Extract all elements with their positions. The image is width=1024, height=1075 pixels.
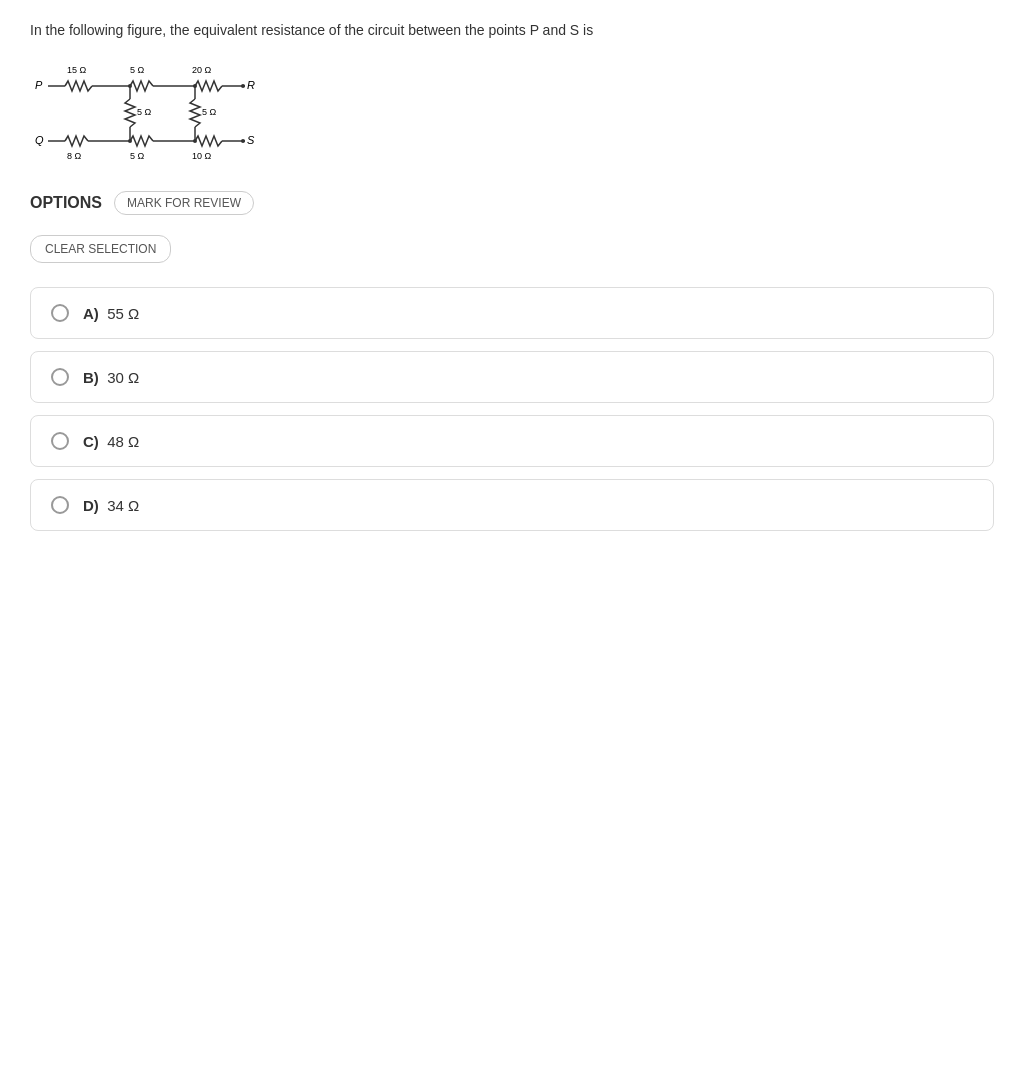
svg-text:8 Ω: 8 Ω — [67, 151, 82, 161]
svg-text:P: P — [35, 79, 43, 91]
option-d[interactable]: D) 34 Ω — [30, 479, 994, 531]
svg-text:5 Ω: 5 Ω — [202, 107, 217, 117]
option-b[interactable]: B) 30 Ω — [30, 351, 994, 403]
svg-text:S: S — [247, 134, 255, 146]
svg-text:15 Ω: 15 Ω — [67, 65, 87, 75]
svg-text:20 Ω: 20 Ω — [192, 65, 212, 75]
radio-a[interactable] — [51, 304, 69, 322]
svg-point-29 — [241, 139, 245, 143]
option-c[interactable]: C) 48 Ω — [30, 415, 994, 467]
question-text: In the following figure, the equivalent … — [30, 20, 994, 41]
clear-selection-button[interactable]: CLEAR SELECTION — [30, 235, 171, 263]
option-d-label: D) 34 Ω — [83, 497, 139, 514]
circuit-diagram: P 15 Ω 5 Ω 20 Ω R — [30, 51, 350, 171]
svg-text:5 Ω: 5 Ω — [130, 151, 145, 161]
svg-text:5 Ω: 5 Ω — [137, 107, 152, 117]
option-b-label: B) 30 Ω — [83, 369, 139, 386]
options-header: OPTIONS MARK FOR REVIEW — [30, 191, 994, 215]
mark-for-review-button[interactable]: MARK FOR REVIEW — [114, 191, 254, 215]
svg-point-9 — [241, 84, 245, 88]
option-c-label: C) 48 Ω — [83, 433, 139, 450]
option-a[interactable]: A) 55 Ω — [30, 287, 994, 339]
options-label: OPTIONS — [30, 194, 102, 212]
svg-text:R: R — [247, 79, 255, 91]
svg-text:5 Ω: 5 Ω — [130, 65, 145, 75]
radio-c[interactable] — [51, 432, 69, 450]
radio-b[interactable] — [51, 368, 69, 386]
svg-text:Q: Q — [35, 134, 44, 146]
radio-d[interactable] — [51, 496, 69, 514]
main-container: In the following figure, the equivalent … — [0, 0, 1024, 1075]
svg-text:10 Ω: 10 Ω — [192, 151, 212, 161]
option-a-label: A) 55 Ω — [83, 305, 139, 322]
